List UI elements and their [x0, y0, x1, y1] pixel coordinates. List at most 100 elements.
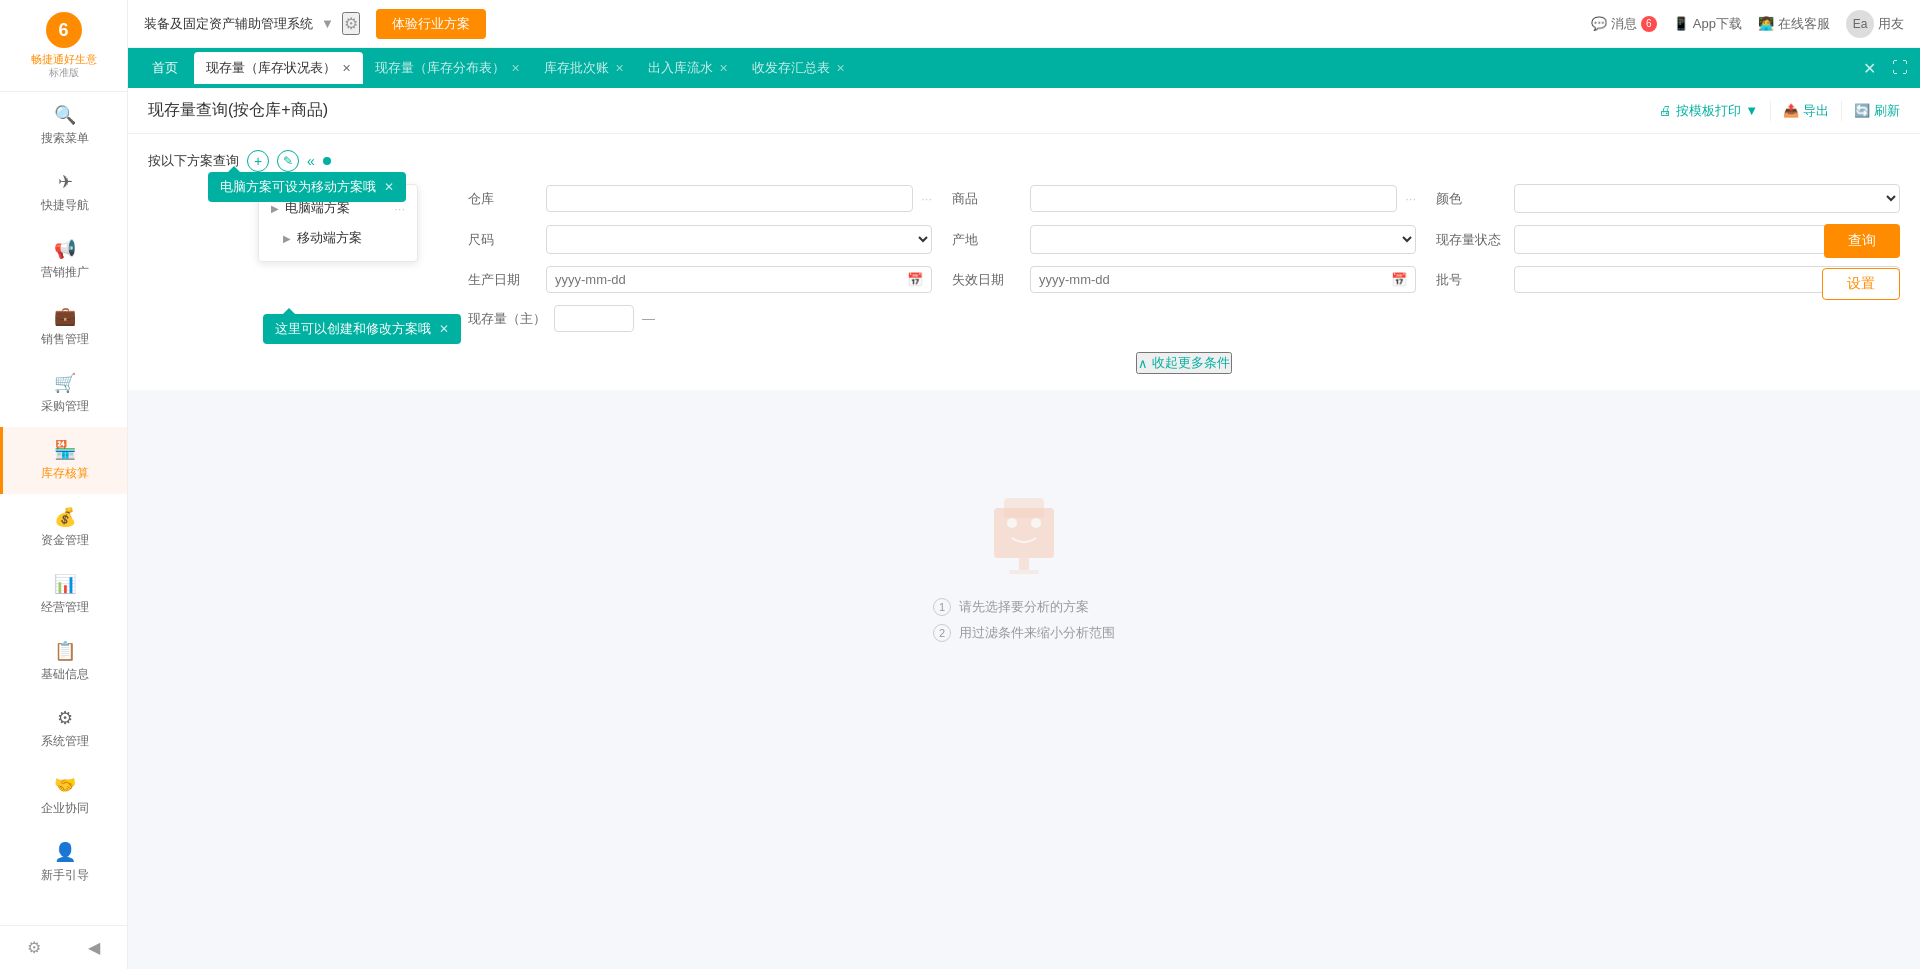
produce-date-start[interactable] [555, 272, 903, 287]
sidebar-footer: ⚙ ◀ [0, 925, 127, 969]
warehouse-input[interactable] [546, 185, 913, 212]
footer-collapse-icon[interactable]: ◀ [88, 938, 100, 957]
calendar-icon2[interactable]: 📅 [1391, 272, 1407, 287]
tab-close-icon[interactable]: ✕ [615, 62, 624, 75]
print-dropdown-icon: ▼ [1745, 103, 1758, 118]
trial-button[interactable]: 体验行业方案 [376, 9, 486, 39]
gear-button[interactable]: ⚙ [342, 12, 360, 35]
goods-input[interactable] [1030, 185, 1397, 212]
sidebar-logo: 6 畅捷通好生意 标准版 [0, 0, 127, 92]
expire-date-input[interactable]: 📅 [1030, 266, 1416, 293]
search-button[interactable]: 查询 [1824, 224, 1900, 258]
expire-date-label: 失效日期 [952, 271, 1022, 289]
tooltip-close-button[interactable]: ✕ [384, 180, 394, 194]
expand-icon: ▶ [283, 233, 291, 244]
color-select[interactable] [1514, 184, 1900, 213]
refresh-icon: 🔄 [1854, 103, 1870, 118]
filter-row-warehouse: 仓库 ··· [468, 184, 932, 213]
service-icon: 👩‍💻 [1758, 16, 1774, 31]
export-button[interactable]: 📤 导出 [1783, 102, 1829, 120]
filter-edit-button[interactable]: ✎ [277, 150, 299, 172]
sidebar-item-quick[interactable]: ✈ 快捷导航 [0, 159, 127, 226]
produce-date-input[interactable]: 📅 [546, 266, 932, 293]
filter-add-button[interactable]: + [247, 150, 269, 172]
filter-row-produce-date: 生产日期 📅 [468, 266, 932, 293]
sidebar-item-enterprise[interactable]: 🤝 企业协同 [0, 762, 127, 829]
tab-close-all-button[interactable]: ✕ [1859, 55, 1880, 82]
logo-text: 畅捷通好生意 标准版 [31, 52, 97, 79]
empty-tips: 1 请先选择要分析的方案 2 用过滤条件来缩小分析范围 [933, 598, 1115, 642]
divider [1770, 101, 1771, 121]
service-button[interactable]: 👩‍💻 在线客服 [1758, 15, 1830, 33]
sidebar-item-newuser[interactable]: 👤 新手引导 [0, 829, 127, 896]
svg-rect-4 [1019, 558, 1029, 570]
page-header: 现存量查询(按仓库+商品) 🖨 按模板打印 ▼ 📤 导出 🔄 刷新 [128, 88, 1920, 134]
print-icon: 🖨 [1659, 103, 1672, 118]
tab-receive-summary[interactable]: 收发存汇总表 ✕ [740, 52, 857, 84]
sidebar-item-marketing[interactable]: 📢 营销推广 [0, 226, 127, 293]
tab-inventory-status[interactable]: 现存量（库存状况表） ✕ [194, 52, 363, 84]
user-button[interactable]: Ea 用友 [1846, 10, 1904, 38]
tooltip-scheme: 电脑方案可设为移动方案哦 ✕ [208, 172, 406, 202]
sidebar: 6 畅捷通好生意 标准版 🔍 搜索菜单 ✈ 快捷导航 📢 营销推广 💼 销售管理… [0, 0, 128, 969]
tab-in-out-flow[interactable]: 出入库流水 ✕ [636, 52, 740, 84]
sidebar-item-search[interactable]: 🔍 搜索菜单 [0, 92, 127, 159]
inventory-icon: 🏪 [54, 439, 76, 461]
warehouse-dots-icon: ··· [921, 191, 932, 206]
tab-home[interactable]: 首页 [136, 52, 194, 84]
filter-section: 按以下方案查询 + ✎ « 电脑方案可设为移动方案哦 ✕ ▶ 电脑端方案 ··· [128, 134, 1920, 390]
sidebar-item-basic[interactable]: 📋 基础信息 [0, 628, 127, 695]
empty-tip-1: 1 请先选择要分析的方案 [933, 598, 1115, 616]
sidebar-item-inventory[interactable]: 🏪 库存核算 [0, 427, 127, 494]
dropdown-arrow-icon: ▼ [321, 16, 334, 31]
avatar: Ea [1846, 10, 1874, 38]
collapse-icon: ∧ [1138, 356, 1148, 371]
system-icon: ⚙ [57, 707, 73, 729]
app-download-button[interactable]: 📱 App下载 [1673, 15, 1742, 33]
tabbar: 首页 现存量（库存状况表） ✕ 现存量（库存分布表） ✕ 库存批次账 ✕ 出入库… [128, 48, 1920, 88]
tab-close-icon[interactable]: ✕ [511, 62, 520, 75]
origin-label: 产地 [952, 231, 1022, 249]
filter-row-size: 尺码 [468, 225, 932, 254]
color-label: 颜色 [1436, 190, 1506, 208]
svg-rect-5 [1009, 570, 1039, 574]
set-button[interactable]: 设置 [1822, 268, 1900, 300]
sidebar-item-system[interactable]: ⚙ 系统管理 [0, 695, 127, 762]
divider [1841, 101, 1842, 121]
tab-close-icon[interactable]: ✕ [836, 62, 845, 75]
message-button[interactable]: 💬 消息 6 [1591, 15, 1657, 33]
stock-qty-min[interactable] [554, 305, 634, 332]
sidebar-item-sales[interactable]: 💼 销售管理 [0, 293, 127, 360]
tab-inventory-dist[interactable]: 现存量（库存分布表） ✕ [363, 52, 532, 84]
sidebar-item-operation[interactable]: 📊 经营管理 [0, 561, 127, 628]
print-button[interactable]: 🖨 按模板打印 ▼ [1659, 102, 1758, 120]
size-select[interactable] [546, 225, 932, 254]
topbar-right: 💬 消息 6 📱 App下载 👩‍💻 在线客服 Ea 用友 [1591, 10, 1904, 38]
tab-close-icon[interactable]: ✕ [719, 62, 728, 75]
sidebar-item-finance[interactable]: 💰 资金管理 [0, 494, 127, 561]
tabbar-actions: ✕ ⛶ [1859, 55, 1912, 82]
goods-dots-icon: ··· [1405, 191, 1416, 206]
footer-settings-icon[interactable]: ⚙ [27, 938, 41, 957]
sales-icon: 💼 [54, 305, 76, 327]
logo-icon: 6 [46, 12, 82, 48]
origin-select[interactable] [1030, 225, 1416, 254]
operation-icon: 📊 [54, 573, 76, 595]
expire-date-start[interactable] [1039, 272, 1387, 287]
dash-separator: — [642, 311, 655, 326]
tab-batch-account[interactable]: 库存批次账 ✕ [532, 52, 636, 84]
filter-back-button[interactable]: « [307, 153, 315, 169]
tab-close-icon[interactable]: ✕ [342, 62, 351, 75]
tab-maximize-button[interactable]: ⛶ [1888, 55, 1912, 82]
tooltip-scheme2: 这里可以创建和修改方案哦 ✕ [263, 314, 461, 344]
refresh-button[interactable]: 🔄 刷新 [1854, 102, 1900, 120]
newuser-icon: 👤 [54, 841, 76, 863]
sidebar-item-purchase[interactable]: 🛒 采购管理 [0, 360, 127, 427]
active-indicator [323, 157, 331, 165]
filter-grid: 仓库 ··· 商品 ··· 颜色 尺码 [468, 184, 1900, 332]
tooltip2-close-button[interactable]: ✕ [439, 322, 449, 336]
collapse-button[interactable]: ∧ 收起更多条件 [1136, 352, 1232, 374]
export-icon: 📤 [1783, 103, 1799, 118]
calendar-icon[interactable]: 📅 [907, 272, 923, 287]
scheme-mobile-group[interactable]: ▶ 移动端方案 [259, 223, 417, 253]
